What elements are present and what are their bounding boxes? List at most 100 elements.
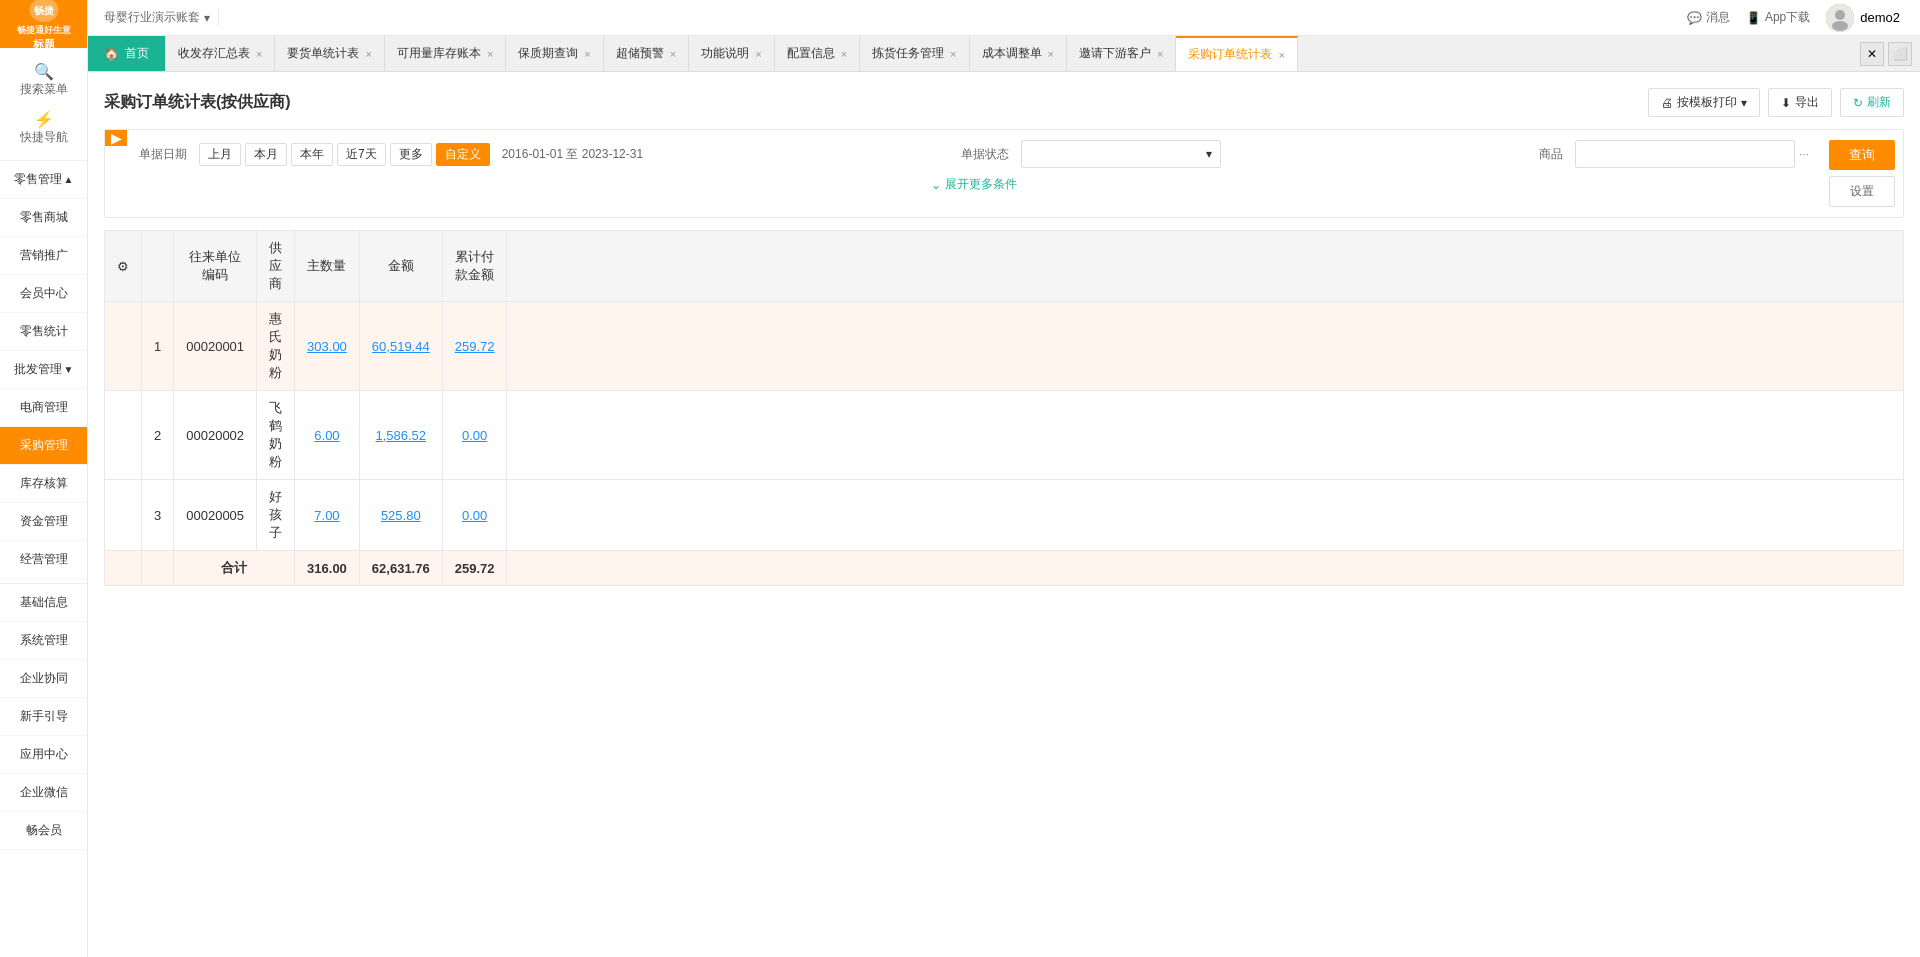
- sidebar-item-wechat[interactable]: 企业微信: [0, 774, 87, 812]
- row-qty-cell: 6.00: [295, 391, 360, 480]
- col-settings[interactable]: ⚙: [105, 231, 142, 302]
- sidebar-item-finance[interactable]: 资金管理: [0, 503, 87, 541]
- tab-maximize-btn[interactable]: ⬜: [1888, 42, 1912, 66]
- sidebar-item-member2[interactable]: 畅会员: [0, 812, 87, 850]
- tab-close-cost-adjust[interactable]: ×: [1048, 48, 1054, 60]
- search-button[interactable]: 查询: [1829, 140, 1895, 170]
- tab-purchase-stat[interactable]: 采购订单统计表 ×: [1176, 36, 1297, 72]
- filter-settings-button[interactable]: 设置: [1829, 176, 1895, 207]
- amount-link[interactable]: 525.80: [381, 508, 421, 523]
- more-date-btn[interactable]: 更多: [390, 143, 432, 166]
- message-btn[interactable]: 💬 消息: [1687, 9, 1730, 26]
- search-menu-item[interactable]: 🔍 搜索菜单: [4, 56, 83, 104]
- print-icon: 🖨: [1661, 96, 1673, 110]
- refresh-icon: ↻: [1853, 96, 1863, 110]
- sidebar-item-purchase[interactable]: 采购管理: [0, 427, 87, 465]
- table-footer-row: 合计 316.00 62,631.76 259.72: [105, 551, 1904, 586]
- paid-link[interactable]: 0.00: [462, 428, 487, 443]
- tab-close-order-summary[interactable]: ×: [365, 48, 371, 60]
- workspace-selector[interactable]: 母婴行业演示账套 ▾: [96, 9, 219, 26]
- this-year-btn[interactable]: 本年: [291, 143, 333, 166]
- sidebar-item-ecommerce[interactable]: 电商管理: [0, 389, 87, 427]
- user-profile[interactable]: demo2: [1826, 4, 1900, 32]
- sidebar-item-inventory[interactable]: 库存核算: [0, 465, 87, 503]
- tab-overstock[interactable]: 超储预警 ×: [604, 36, 689, 72]
- custom-date-badge: 自定义: [436, 143, 490, 166]
- sidebar-item-basic[interactable]: 基础信息: [0, 583, 87, 622]
- row-unit-code-cell: 00020001: [174, 302, 257, 391]
- page-title: 采购订单统计表(按供应商): [104, 92, 291, 113]
- tab-close-expiry-query[interactable]: ×: [584, 48, 590, 60]
- footer-amount-cell: 62,631.76: [359, 551, 442, 586]
- tab-invite-downstream[interactable]: 邀请下游客户 ×: [1067, 36, 1176, 72]
- header-right: 💬 消息 📱 App下载 demo2: [1675, 4, 1912, 32]
- sidebar-item-operation[interactable]: 经营管理: [0, 541, 87, 579]
- status-select[interactable]: ▾: [1021, 140, 1221, 168]
- row-supplier-cell: 惠氏奶粉: [257, 302, 295, 391]
- qty-link[interactable]: 6.00: [314, 428, 339, 443]
- sidebar: 畅捷 畅捷通好生意 标题 🔍 搜索菜单 ⚡ 快捷导航 零售管理▲ 零售商城 营销…: [0, 0, 88, 957]
- export-button[interactable]: ⬇ 导出: [1768, 88, 1832, 117]
- tab-cost-adjust[interactable]: 成本调整单 ×: [970, 36, 1067, 72]
- username-label: demo2: [1860, 10, 1900, 25]
- more-options-icon[interactable]: ···: [1799, 147, 1809, 161]
- goods-filter-label: 商品: [1539, 146, 1563, 163]
- qty-link[interactable]: 303.00: [307, 339, 347, 354]
- goods-input[interactable]: [1575, 140, 1795, 168]
- sidebar-item-member[interactable]: 会员中心: [0, 275, 87, 313]
- tab-expiry-query[interactable]: 保质期查询 ×: [506, 36, 603, 72]
- app-download-btn[interactable]: 📱 App下载: [1746, 9, 1810, 26]
- last-7days-btn[interactable]: 近7天: [337, 143, 386, 166]
- sidebar-item-wholesale[interactable]: 批发管理▼: [0, 351, 87, 389]
- last-month-btn[interactable]: 上月: [199, 143, 241, 166]
- tab-close-all-btn[interactable]: ✕: [1860, 42, 1884, 66]
- this-month-btn[interactable]: 本月: [245, 143, 287, 166]
- tab-close-invite-downstream[interactable]: ×: [1157, 48, 1163, 60]
- export-icon: ⬇: [1781, 96, 1791, 110]
- paid-link[interactable]: 259.72: [455, 339, 495, 354]
- row-unit-code-cell: 00020005: [174, 480, 257, 551]
- tab-close-config-info[interactable]: ×: [841, 48, 847, 60]
- qty-link[interactable]: 7.00: [314, 508, 339, 523]
- refresh-button[interactable]: ↻ 刷新: [1840, 88, 1904, 117]
- tab-config-info[interactable]: 配置信息 ×: [775, 36, 860, 72]
- sidebar-item-system[interactable]: 系统管理: [0, 622, 87, 660]
- tab-bar: 🏠 首页 收发存汇总表 × 要货单统计表 × 可用量库存账本 × 保质期查询 ×…: [88, 36, 1920, 72]
- expand-filter-btn[interactable]: ⌄ 展开更多条件: [931, 176, 1017, 193]
- quick-nav-item[interactable]: ⚡ 快捷导航: [4, 104, 83, 152]
- tab-order-summary[interactable]: 要货单统计表 ×: [275, 36, 384, 72]
- date-quick-buttons: 上月 本月 本年 近7天 更多 自定义: [199, 143, 490, 166]
- filter-toggle-button[interactable]: ▶: [105, 130, 127, 146]
- sidebar-item-appstore[interactable]: 应用中心: [0, 736, 87, 774]
- tab-close-pick-task[interactable]: ×: [950, 48, 956, 60]
- row-unit-code-cell: 00020002: [174, 391, 257, 480]
- amount-link[interactable]: 1,586.52: [375, 428, 426, 443]
- tab-close-receive-summary[interactable]: ×: [256, 48, 262, 60]
- sidebar-item-retail-stat[interactable]: 零售统计: [0, 313, 87, 351]
- paid-link[interactable]: 0.00: [462, 508, 487, 523]
- sidebar-search-section: 🔍 搜索菜单 ⚡ 快捷导航: [0, 48, 87, 161]
- tab-close-overstock[interactable]: ×: [670, 48, 676, 60]
- tab-close-inventory-account[interactable]: ×: [487, 48, 493, 60]
- sidebar-item-enterprise[interactable]: 企业协同: [0, 660, 87, 698]
- tab-close-func-desc[interactable]: ×: [755, 48, 761, 60]
- top-bar: 母婴行业演示账套 ▾ 💬 消息 📱 App下载 demo2: [88, 0, 1920, 36]
- tab-inventory-account[interactable]: 可用量库存账本 ×: [385, 36, 506, 72]
- print-button[interactable]: 🖨 按模板打印 ▾: [1648, 88, 1760, 117]
- row-empty-cell: [507, 302, 1904, 391]
- sidebar-item-marketing[interactable]: 营销推广: [0, 237, 87, 275]
- footer-qty-cell: 316.00: [295, 551, 360, 586]
- row-amount-cell: 1,586.52: [359, 391, 442, 480]
- sidebar-item-retail[interactable]: 零售管理▲: [0, 161, 87, 199]
- row-supplier-cell: 飞鹤奶粉: [257, 391, 295, 480]
- tab-home[interactable]: 🏠 首页: [88, 36, 166, 72]
- tab-close-purchase-stat[interactable]: ×: [1278, 49, 1284, 61]
- sidebar-item-newguide[interactable]: 新手引导: [0, 698, 87, 736]
- row-settings-cell: [105, 480, 142, 551]
- amount-link[interactable]: 60,519.44: [372, 339, 430, 354]
- sidebar-item-retail-shop[interactable]: 零售商城: [0, 199, 87, 237]
- footer-empty-cell: [507, 551, 1904, 586]
- tab-pick-task[interactable]: 拣货任务管理 ×: [860, 36, 969, 72]
- tab-func-desc[interactable]: 功能说明 ×: [689, 36, 774, 72]
- tab-receive-summary[interactable]: 收发存汇总表 ×: [166, 36, 275, 72]
